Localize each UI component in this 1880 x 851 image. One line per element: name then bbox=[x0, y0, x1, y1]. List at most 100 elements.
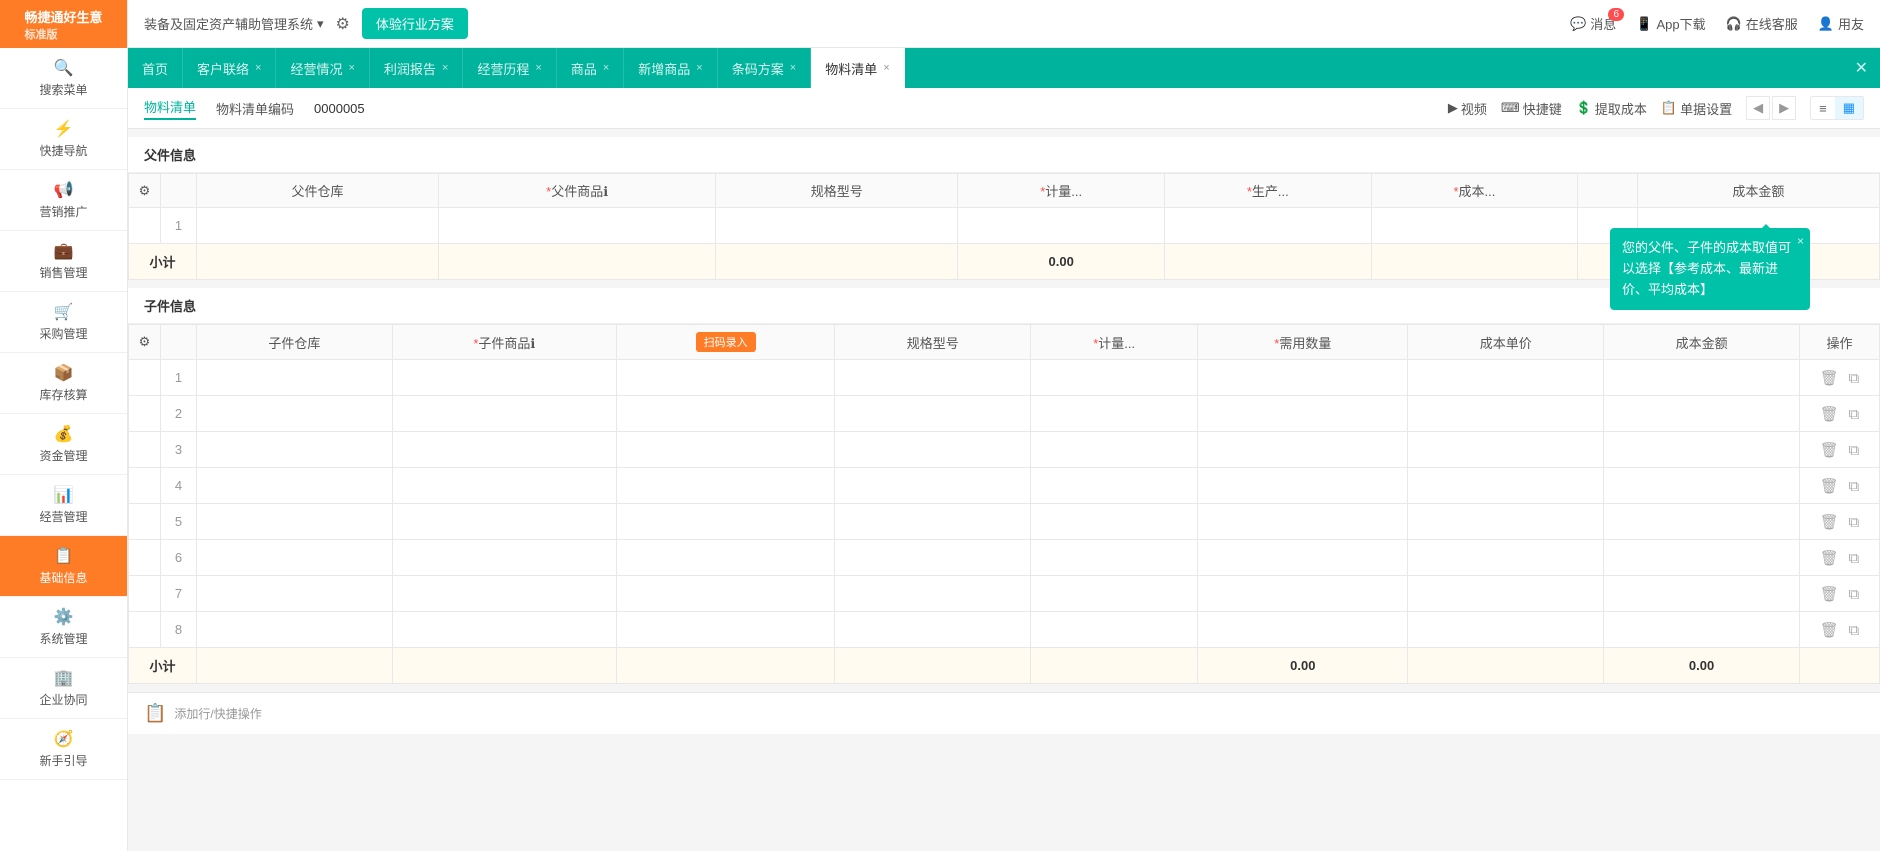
prev-doc-button[interactable]: ◀ bbox=[1746, 96, 1770, 120]
copy-row-5-icon[interactable]: ⧉ bbox=[1848, 514, 1859, 531]
sub-tab-active[interactable]: 物料清单 bbox=[144, 97, 196, 120]
child-row-warehouse-3[interactable] bbox=[197, 432, 393, 468]
settings-icon[interactable]: ⚙ bbox=[336, 14, 350, 34]
list-view-button[interactable]: ≡ bbox=[1811, 97, 1835, 119]
child-row-warehouse-5[interactable] bbox=[197, 504, 393, 540]
sidebar-item-enterprise[interactable]: 🏢 企业协同 bbox=[0, 658, 127, 719]
sidebar-item-quick-nav[interactable]: ⚡ 快捷导航 bbox=[0, 109, 127, 170]
child-row-product-7[interactable] bbox=[392, 576, 616, 612]
delete-row-7-icon[interactable]: 🗑 bbox=[1820, 586, 1839, 603]
child-row-warehouse-1[interactable] bbox=[197, 360, 393, 396]
sidebar-item-system[interactable]: ⚙️ 系统管理 bbox=[0, 597, 127, 658]
nav-tab-close-2[interactable]: × bbox=[348, 62, 354, 74]
child-row-warehouse-2[interactable] bbox=[197, 396, 393, 432]
child-row-spec-3[interactable] bbox=[835, 432, 1031, 468]
child-row-unit-7[interactable] bbox=[1031, 576, 1198, 612]
child-row-spec-8[interactable] bbox=[835, 612, 1031, 648]
child-row-qty-1[interactable] bbox=[1198, 360, 1408, 396]
child-row-unit-2[interactable] bbox=[1031, 396, 1198, 432]
child-row-qty-5[interactable] bbox=[1198, 504, 1408, 540]
nav-tab-close-3[interactable]: × bbox=[442, 62, 448, 74]
extract-cost-action[interactable]: 💲 提取成本 bbox=[1576, 99, 1647, 118]
child-row-spec-2[interactable] bbox=[835, 396, 1031, 432]
parent-row-production[interactable] bbox=[1164, 208, 1371, 244]
scan-input-button[interactable]: 扫码录入 bbox=[696, 332, 756, 352]
child-row-warehouse-7[interactable] bbox=[197, 576, 393, 612]
delete-row-3-icon[interactable]: 🗑 bbox=[1820, 442, 1839, 459]
video-action[interactable]: ▶ 视频 bbox=[1448, 99, 1487, 118]
nav-tab-4[interactable]: 经营历程× bbox=[463, 48, 556, 88]
next-doc-button[interactable]: ▶ bbox=[1772, 96, 1796, 120]
child-row-spec-4[interactable] bbox=[835, 468, 1031, 504]
parent-row-spec[interactable] bbox=[716, 208, 958, 244]
delete-row-6-icon[interactable]: 🗑 bbox=[1820, 550, 1839, 567]
child-row-product-5[interactable] bbox=[392, 504, 616, 540]
sidebar-item-basic-info[interactable]: 📋 基础信息 bbox=[0, 536, 127, 597]
child-row-qty-8[interactable] bbox=[1198, 612, 1408, 648]
sidebar-item-sales[interactable]: 💼 销售管理 bbox=[0, 231, 127, 292]
child-row-unit-6[interactable] bbox=[1031, 540, 1198, 576]
child-row-unit-4[interactable] bbox=[1031, 468, 1198, 504]
child-row-qty-2[interactable] bbox=[1198, 396, 1408, 432]
delete-row-8-icon[interactable]: 🗑 bbox=[1820, 622, 1839, 639]
nav-tab-2[interactable]: 经营情况× bbox=[276, 48, 369, 88]
child-row-spec-6[interactable] bbox=[835, 540, 1031, 576]
experience-button[interactable]: 体验行业方案 bbox=[362, 8, 468, 39]
delete-row-1-icon[interactable]: 🗑 bbox=[1820, 370, 1839, 387]
child-row-spec-7[interactable] bbox=[835, 576, 1031, 612]
delete-row-5-icon[interactable]: 🗑 bbox=[1820, 514, 1839, 531]
sub-tab-inactive[interactable]: 物料清单编码 bbox=[216, 99, 294, 118]
delete-row-4-icon[interactable]: 🗑 bbox=[1820, 478, 1839, 495]
doc-settings-action[interactable]: 📋 单据设置 bbox=[1661, 99, 1732, 118]
sidebar-item-guide[interactable]: 🧭 新手引导 bbox=[0, 719, 127, 780]
sidebar-item-business[interactable]: 📊 经营管理 bbox=[0, 475, 127, 536]
system-title-dropdown[interactable]: 装备及固定资产辅助管理系统 ▾ bbox=[144, 14, 324, 33]
child-row-qty-4[interactable] bbox=[1198, 468, 1408, 504]
user-menu[interactable]: 👤 用友 bbox=[1818, 14, 1864, 33]
parent-row-unit[interactable] bbox=[958, 208, 1165, 244]
child-row-product-4[interactable] bbox=[392, 468, 616, 504]
child-row-warehouse-6[interactable] bbox=[197, 540, 393, 576]
copy-row-2-icon[interactable]: ⧉ bbox=[1848, 406, 1859, 423]
child-row-spec-5[interactable] bbox=[835, 504, 1031, 540]
close-all-tabs-button[interactable]: ✕ bbox=[1843, 58, 1880, 78]
child-row-qty-3[interactable] bbox=[1198, 432, 1408, 468]
nav-tab-7[interactable]: 条码方案× bbox=[718, 48, 811, 88]
parent-row-product[interactable] bbox=[439, 208, 716, 244]
child-row-qty-7[interactable] bbox=[1198, 576, 1408, 612]
child-row-product-2[interactable] bbox=[392, 396, 616, 432]
child-row-unit-3[interactable] bbox=[1031, 432, 1198, 468]
online-service-button[interactable]: 🎧 在线客服 bbox=[1726, 14, 1798, 33]
child-row-spec-1[interactable] bbox=[835, 360, 1031, 396]
nav-tab-close-1[interactable]: × bbox=[255, 62, 261, 74]
nav-tab-close-4[interactable]: × bbox=[535, 62, 541, 74]
copy-row-3-icon[interactable]: ⧉ bbox=[1848, 442, 1859, 459]
sidebar-item-marketing[interactable]: 📢 营销推广 bbox=[0, 170, 127, 231]
nav-tab-close-8[interactable]: × bbox=[883, 62, 889, 74]
child-row-unit-1[interactable] bbox=[1031, 360, 1198, 396]
grid-view-button[interactable]: ▦ bbox=[1835, 97, 1863, 119]
delete-row-2-icon[interactable]: 🗑 bbox=[1820, 406, 1839, 423]
child-row-warehouse-4[interactable] bbox=[197, 468, 393, 504]
nav-tab-close-5[interactable]: × bbox=[603, 62, 609, 74]
nav-tab-close-7[interactable]: × bbox=[790, 62, 796, 74]
parent-row-warehouse[interactable] bbox=[197, 208, 439, 244]
sidebar-item-capital[interactable]: 💰 资金管理 bbox=[0, 414, 127, 475]
copy-row-7-icon[interactable]: ⧉ bbox=[1848, 586, 1859, 603]
shortcut-action[interactable]: ⌨ 快捷键 bbox=[1501, 99, 1562, 118]
child-row-product-8[interactable] bbox=[392, 612, 616, 648]
child-row-product-3[interactable] bbox=[392, 432, 616, 468]
child-row-warehouse-8[interactable] bbox=[197, 612, 393, 648]
nav-tab-1[interactable]: 客户联络× bbox=[183, 48, 276, 88]
copy-row-4-icon[interactable]: ⧉ bbox=[1848, 478, 1859, 495]
child-row-unit-8[interactable] bbox=[1031, 612, 1198, 648]
nav-tab-5[interactable]: 商品× bbox=[557, 48, 624, 88]
copy-row-1-icon[interactable]: ⧉ bbox=[1848, 370, 1859, 387]
child-row-product-6[interactable] bbox=[392, 540, 616, 576]
sidebar-item-purchase[interactable]: 🛒 采购管理 bbox=[0, 292, 127, 353]
message-button[interactable]: 💬 消息 6 bbox=[1570, 14, 1616, 33]
nav-tab-8[interactable]: 物料清单× bbox=[811, 48, 904, 88]
app-download-button[interactable]: 📱 App下载 bbox=[1636, 14, 1705, 33]
child-row-product-1[interactable] bbox=[392, 360, 616, 396]
nav-tab-close-6[interactable]: × bbox=[696, 62, 702, 74]
